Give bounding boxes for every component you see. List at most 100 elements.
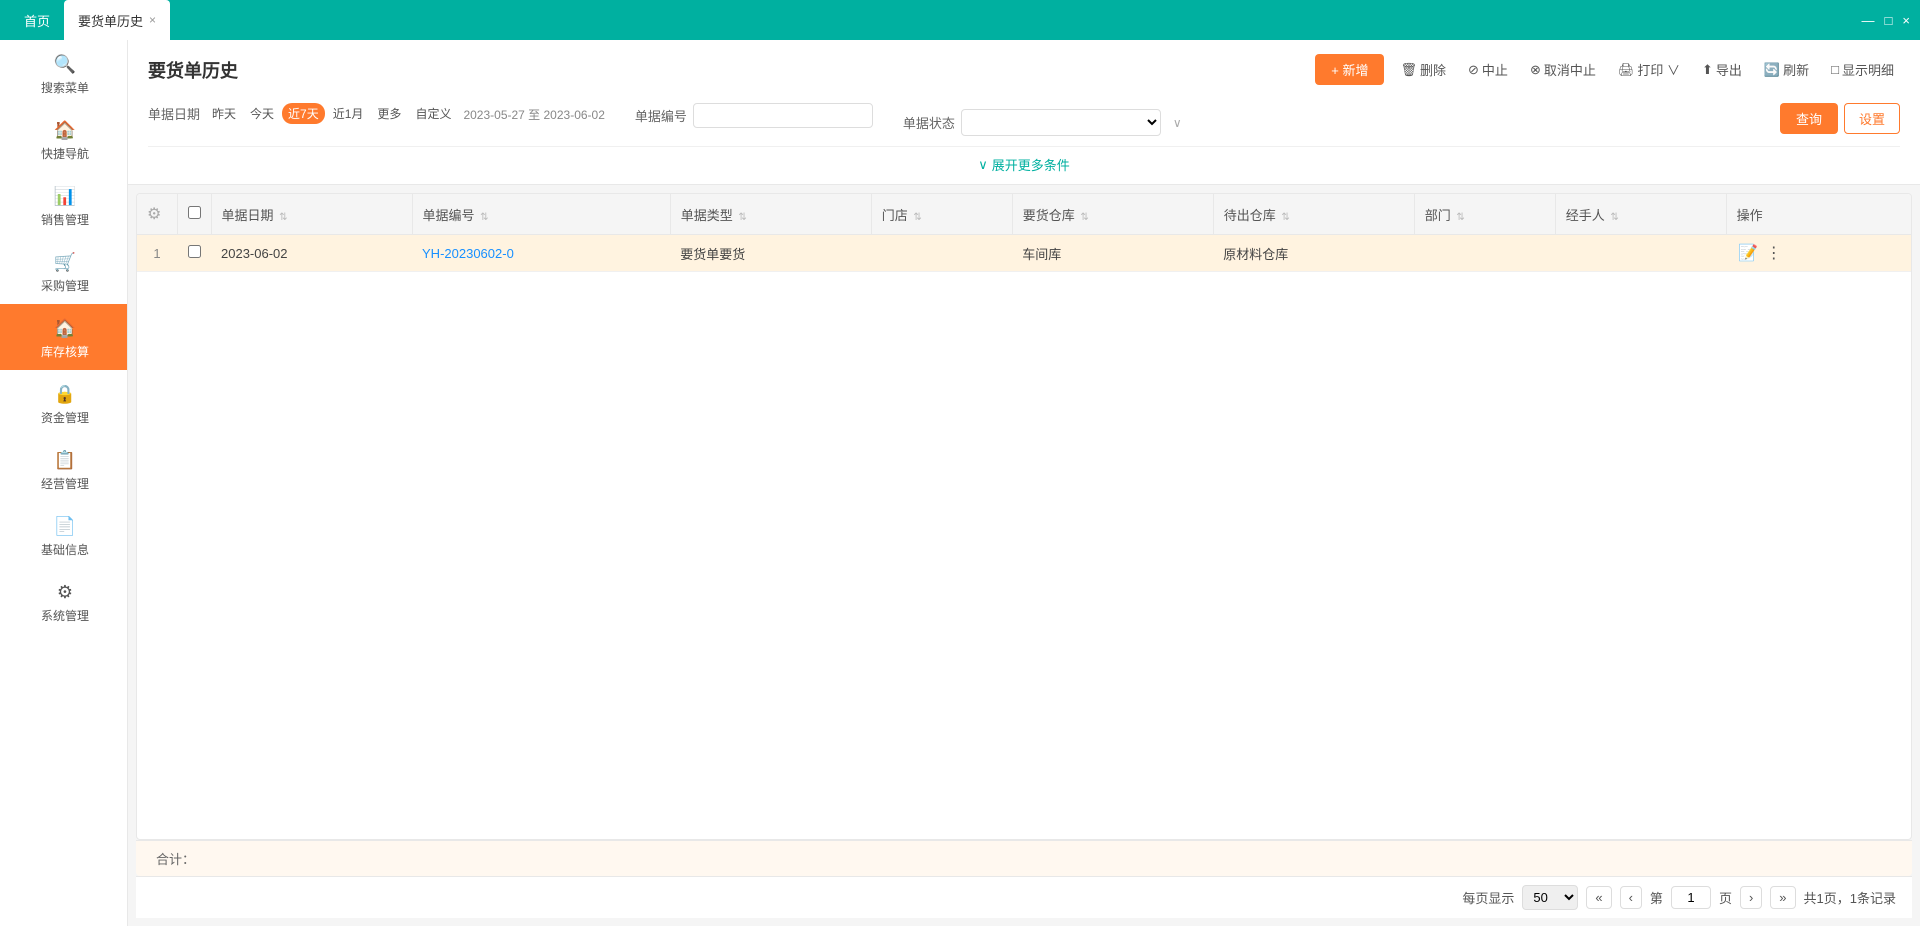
sales-icon: 📊 [54,186,76,207]
tab-home[interactable]: 首页 [10,0,64,40]
sidebar-item-basic-info[interactable]: 📄 基础信息 [0,502,127,568]
table-wrapper: ⚙ 单据日期 ⇅ 单据编号 ⇅ [136,193,1912,840]
refresh-icon: 🔄 [1764,62,1780,78]
stop-button[interactable]: ⊘ 中止 [1462,56,1514,83]
page-size-select[interactable]: 10 20 50 100 [1522,885,1578,910]
bill-no-col-header: 单据编号 ⇅ [412,194,670,235]
handler-col-header: 经手人 ⇅ [1555,194,1726,235]
edit-row-icon[interactable]: 📝 [1738,245,1758,262]
window-minimize[interactable]: — [1862,13,1875,28]
window-controls: — □ × [1862,13,1910,28]
stop-icon: ⊘ [1468,62,1479,78]
sidebar-item-system[interactable]: ⚙ 系统管理 [0,568,127,634]
table-settings-icon[interactable]: ⚙ [147,206,161,223]
delete-button[interactable]: 🗑 🗑 删除 删除 [1394,56,1452,83]
display-detail-button[interactable]: □ 显示明细 [1825,56,1900,83]
store-sort-icon: ⇅ [913,212,921,223]
bill-type-col-header: 单据类型 ⇅ [670,194,871,235]
row-department [1414,235,1555,272]
date-option-yesterday[interactable]: 昨天 [206,103,242,124]
system-icon: ⚙ [57,582,73,603]
row-store [871,235,1012,272]
expand-icon: ∨ [978,157,988,173]
purchase-icon: 🛒 [54,252,76,273]
sidebar-item-operation[interactable]: 📋 经营管理 [0,436,127,502]
sidebar-item-search-menu[interactable]: 🔍 搜索菜单 [0,40,127,106]
page-number-input[interactable] [1671,886,1711,909]
page-title-row: 要货单历史 + 新增 🗑 🗑 删除 删除 ⊘ 中止 ⊗ 取消中止 [148,54,1900,85]
filter-area: 单据日期 昨天 今天 近7天 近1月 更多 自定义 2023-05-27 至 2… [148,97,1900,142]
table-header-row: ⚙ 单据日期 ⇅ 单据编号 ⇅ [137,194,1911,235]
row-req-warehouse: 车间库 [1012,235,1213,272]
status-filter-group: 单据状态 ∨ 查询 设置 [903,103,1900,142]
basic-info-icon: 📄 [54,516,76,537]
cancel-stop-button[interactable]: ⊗ 取消中止 [1524,56,1602,83]
handler-sort-icon: ⇅ [1610,212,1618,223]
row-actions: 📝 ⋮ [1726,235,1911,272]
date-options: 昨天 今天 近7天 近1月 更多 自定义 [206,103,457,124]
close-tab-icon[interactable]: × [149,13,156,27]
bill-no-link[interactable]: YH-20230602-0 [422,246,514,261]
export-button[interactable]: ⬆ 导出 [1696,56,1748,83]
pending-warehouse-col-header: 待出仓库 ⇅ [1213,194,1414,235]
page-title: 要货单历史 [148,57,238,83]
row-pending-warehouse: 原材料仓库 [1213,235,1414,272]
bill-no-sort-icon: ⇅ [480,212,488,223]
store-col-header: 门店 ⇅ [871,194,1012,235]
print-button[interactable]: 🖨 打印 ∨ [1612,56,1686,83]
bill-no-input[interactable] [693,103,873,128]
bill-no-label: 单据编号 [635,106,687,125]
query-button[interactable]: 查询 [1780,103,1838,134]
row-checkbox-cell [177,235,211,272]
window-maximize[interactable]: □ [1885,13,1893,28]
next-page-button[interactable]: › [1740,886,1762,909]
date-sort-icon: ⇅ [279,212,287,223]
date-option-today[interactable]: 今天 [244,103,280,124]
date-filter-group: 单据日期 昨天 今天 近7天 近1月 更多 自定义 2023-05-27 至 2… [148,103,605,124]
footer-total: 合计： [136,840,1912,876]
search-menu-icon: 🔍 [54,54,76,75]
page-prefix: 第 [1650,888,1663,907]
new-button[interactable]: + 新增 [1315,54,1384,85]
toolbar: + 新增 🗑 🗑 删除 删除 ⊘ 中止 ⊗ 取消中止 [1315,54,1900,85]
expand-more-row: ∨ 展开更多条件 [148,146,1900,184]
row-date: 2023-06-02 [211,235,412,272]
sidebar-item-purchase[interactable]: 🛒 采购管理 [0,238,127,304]
operation-icon: 📋 [54,450,76,471]
display-detail-icon: □ [1831,62,1839,77]
page-header: 要货单历史 + 新增 🗑 🗑 删除 删除 ⊘ 中止 ⊗ 取消中止 [128,40,1920,185]
main-layout: 🔍 搜索菜单 🏠 快捷导航 📊 销售管理 🛒 采购管理 🏠 库存核算 🔒 资金管… [0,40,1920,926]
expand-more-button[interactable]: ∨ 展开更多条件 [970,151,1078,178]
table-body: 1 2023-06-02 YH-20230602-0 要货单要货 车间库 原材料… [137,235,1911,272]
sidebar-item-quick-nav[interactable]: 🏠 快捷导航 [0,106,127,172]
date-option-month[interactable]: 近1月 [327,103,370,124]
table-row: 1 2023-06-02 YH-20230602-0 要货单要货 车间库 原材料… [137,235,1911,272]
home-icon: 🏠 [54,120,76,141]
date-option-custom[interactable]: 自定义 [409,103,457,124]
sidebar-item-inventory[interactable]: 🏠 库存核算 [0,304,127,370]
prev-page-button[interactable]: ‹ [1620,886,1642,909]
sidebar-item-sales[interactable]: 📊 销售管理 [0,172,127,238]
status-select[interactable] [961,109,1161,136]
finance-icon: 🔒 [54,384,76,405]
date-option-week[interactable]: 近7天 [282,103,325,124]
last-page-button[interactable]: » [1770,886,1795,909]
settings-button[interactable]: 设置 [1844,103,1900,134]
sidebar-item-finance[interactable]: 🔒 资金管理 [0,370,127,436]
chevron-down-icon: ∨ [1173,116,1182,130]
settings-col-header: ⚙ [137,194,177,235]
first-page-button[interactable]: « [1586,886,1611,909]
date-filter-label: 单据日期 [148,104,200,123]
date-range: 2023-05-27 至 2023-06-02 [463,106,604,123]
tab-requisition-history[interactable]: 要货单历史 × [64,0,170,40]
select-all-checkbox[interactable] [188,206,201,219]
row-checkbox[interactable] [188,245,201,258]
row-bill-no: YH-20230602-0 [412,235,670,272]
req-warehouse-sort-icon: ⇅ [1080,212,1088,223]
window-close[interactable]: × [1902,13,1910,28]
more-row-icon[interactable]: ⋮ [1766,245,1782,262]
refresh-button[interactable]: 🔄 刷新 [1758,56,1815,83]
date-option-more[interactable]: 更多 [371,103,407,124]
requisition-table: ⚙ 单据日期 ⇅ 单据编号 ⇅ [137,194,1911,272]
date-col-header: 单据日期 ⇅ [211,194,412,235]
